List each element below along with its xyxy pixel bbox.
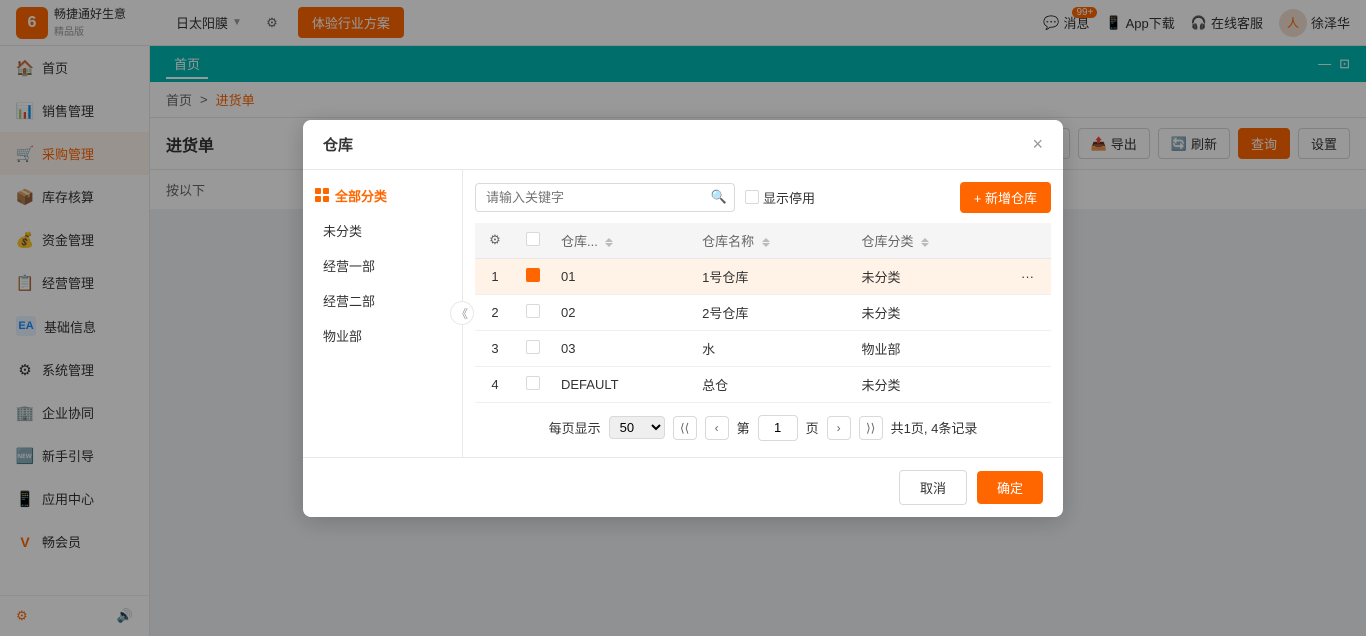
th-name[interactable]: 仓库名称 bbox=[692, 223, 851, 259]
td-checkbox[interactable] bbox=[515, 258, 551, 294]
per-page-label: 每页显示 bbox=[549, 418, 601, 437]
search-icon[interactable]: 🔍 bbox=[711, 189, 727, 205]
td-code: 02 bbox=[551, 294, 692, 330]
td-checkbox[interactable] bbox=[515, 366, 551, 402]
th-category[interactable]: 仓库分类 bbox=[852, 223, 1011, 259]
total-info: 共1页, 4条记录 bbox=[891, 418, 978, 437]
table-row[interactable]: 2 02 2号仓库 未分类 bbox=[475, 294, 1051, 330]
table-panel: 🔍 显示停用 + 新增仓库 ⚙ bbox=[463, 170, 1063, 457]
show-disabled-text: 显示停用 bbox=[763, 188, 815, 207]
page-input[interactable] bbox=[758, 415, 798, 441]
add-warehouse-btn[interactable]: + 新增仓库 bbox=[960, 182, 1051, 213]
search-input[interactable] bbox=[475, 183, 735, 212]
select-all-checkbox[interactable] bbox=[526, 232, 540, 246]
pagination: 每页显示 50 10 20 100 ⟨⟨ ‹ 第 页 › ⟩⟩ 共1页, 4条记… bbox=[475, 403, 1051, 445]
confirm-btn[interactable]: 确定 bbox=[977, 471, 1043, 504]
td-actions[interactable] bbox=[1011, 330, 1051, 366]
td-checkbox[interactable] bbox=[515, 330, 551, 366]
category-all-label: 全部分类 bbox=[335, 186, 387, 205]
td-actions[interactable]: ··· bbox=[1011, 258, 1051, 294]
cancel-btn[interactable]: 取消 bbox=[899, 470, 967, 505]
td-category: 物业部 bbox=[852, 330, 1011, 366]
table-toolbar: 🔍 显示停用 + 新增仓库 bbox=[475, 182, 1051, 213]
category-panel: 全部分类 未分类 经营一部 经营二部 物业部 《 bbox=[303, 170, 463, 457]
td-num: 1 bbox=[475, 258, 515, 294]
category-sort-icon bbox=[921, 238, 929, 247]
th-name-label: 仓库名称 bbox=[702, 234, 754, 249]
category-item-property[interactable]: 物业部 bbox=[303, 318, 462, 353]
modal-overlay[interactable]: 仓库 × 全部分类 未分类 经营一部 经营二部 物业部 《 bbox=[0, 0, 1366, 636]
category-item-dept1[interactable]: 经营一部 bbox=[303, 248, 462, 283]
warehouse-table: ⚙ 仓库... bbox=[475, 223, 1051, 403]
td-code: DEFAULT bbox=[551, 366, 692, 402]
table-row[interactable]: 3 03 水 物业部 bbox=[475, 330, 1051, 366]
td-category: 未分类 bbox=[852, 258, 1011, 294]
page-label: 第 bbox=[737, 418, 750, 437]
td-name: 2号仓库 bbox=[692, 294, 851, 330]
td-name: 1号仓库 bbox=[692, 258, 851, 294]
td-actions[interactable] bbox=[1011, 366, 1051, 402]
td-code: 01 bbox=[551, 258, 692, 294]
th-category-label: 仓库分类 bbox=[862, 234, 914, 249]
td-code: 03 bbox=[551, 330, 692, 366]
modal-close-btn[interactable]: × bbox=[1032, 135, 1043, 153]
warehouse-modal: 仓库 × 全部分类 未分类 经营一部 经营二部 物业部 《 bbox=[303, 120, 1063, 517]
grid-icon bbox=[315, 188, 329, 202]
td-category: 未分类 bbox=[852, 294, 1011, 330]
category-item-uncategorized[interactable]: 未分类 bbox=[303, 213, 462, 248]
name-sort-icon bbox=[762, 238, 770, 247]
th-code[interactable]: 仓库... bbox=[551, 223, 692, 259]
td-num: 2 bbox=[475, 294, 515, 330]
modal-footer: 取消 确定 bbox=[303, 457, 1063, 517]
td-num: 4 bbox=[475, 366, 515, 402]
first-page-btn[interactable]: ⟨⟨ bbox=[673, 416, 697, 440]
show-disabled-checkbox[interactable] bbox=[745, 190, 759, 204]
search-wrap: 🔍 bbox=[475, 183, 735, 212]
last-page-btn[interactable]: ⟩⟩ bbox=[859, 416, 883, 440]
category-all[interactable]: 全部分类 bbox=[303, 178, 462, 213]
table-row[interactable]: 1 01 1号仓库 未分类 ··· bbox=[475, 258, 1051, 294]
td-checkbox[interactable] bbox=[515, 294, 551, 330]
td-category: 未分类 bbox=[852, 366, 1011, 402]
category-item-dept2[interactable]: 经营二部 bbox=[303, 283, 462, 318]
td-actions[interactable] bbox=[1011, 294, 1051, 330]
code-sort-icon bbox=[605, 238, 613, 247]
next-page-btn[interactable]: › bbox=[827, 416, 851, 440]
show-disabled-label[interactable]: 显示停用 bbox=[745, 188, 815, 207]
th-code-label: 仓库... bbox=[561, 234, 598, 249]
table-body: 1 01 1号仓库 未分类 ··· 2 02 2号仓库 未分类 3 03 水 物… bbox=[475, 258, 1051, 402]
prev-page-btn[interactable]: ‹ bbox=[705, 416, 729, 440]
modal-title: 仓库 bbox=[323, 134, 353, 155]
th-actions bbox=[1011, 223, 1051, 259]
table-container: ⚙ 仓库... bbox=[475, 223, 1051, 403]
table-row[interactable]: 4 DEFAULT 总仓 未分类 bbox=[475, 366, 1051, 402]
category-collapse-btn[interactable]: 《 bbox=[450, 301, 474, 325]
per-page-select[interactable]: 50 10 20 100 bbox=[609, 416, 665, 439]
td-num: 3 bbox=[475, 330, 515, 366]
page-suffix: 页 bbox=[806, 418, 819, 437]
table-header-row: ⚙ 仓库... bbox=[475, 223, 1051, 259]
th-checkbox bbox=[515, 223, 551, 259]
td-name: 水 bbox=[692, 330, 851, 366]
modal-header: 仓库 × bbox=[303, 120, 1063, 170]
td-name: 总仓 bbox=[692, 366, 851, 402]
modal-body: 全部分类 未分类 经营一部 经营二部 物业部 《 🔍 bbox=[303, 170, 1063, 457]
th-settings[interactable]: ⚙ bbox=[475, 223, 515, 259]
